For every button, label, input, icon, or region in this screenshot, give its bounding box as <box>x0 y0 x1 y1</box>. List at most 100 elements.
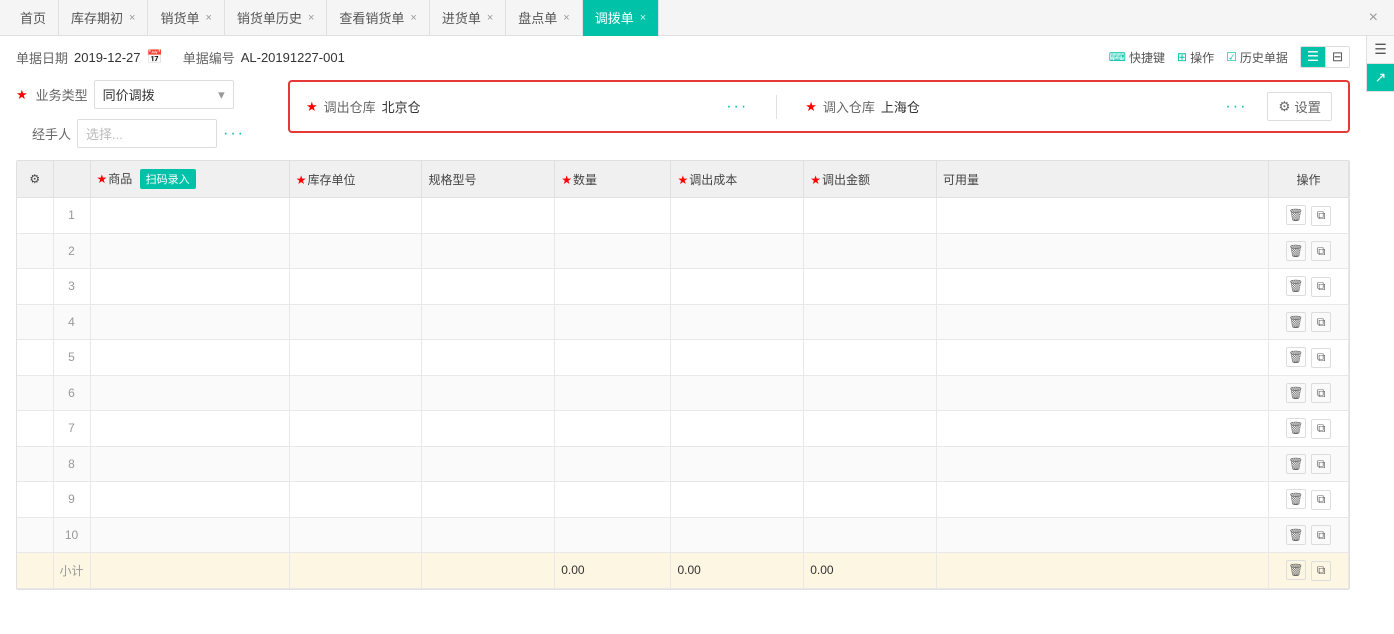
row-amount-6[interactable] <box>804 375 937 411</box>
row-unit-2[interactable] <box>289 233 422 269</box>
row-amount-7[interactable] <box>804 411 937 447</box>
delete-icon-7[interactable]: 🗑 <box>1286 418 1306 438</box>
tab-inventory-init[interactable]: 库存期初 × <box>59 0 148 36</box>
row-amount-8[interactable] <box>804 446 937 482</box>
row-product-3[interactable] <box>90 269 289 305</box>
row-qty-10[interactable] <box>555 517 671 553</box>
shortcuts-button[interactable]: ⌨ 快捷键 <box>1109 49 1165 66</box>
row-cost-3[interactable] <box>671 269 804 305</box>
row-amount-5[interactable] <box>804 340 937 376</box>
row-unit-9[interactable] <box>289 482 422 518</box>
tab-purchase[interactable]: 进货单 × <box>430 0 506 36</box>
row-product-4[interactable] <box>90 304 289 340</box>
copy-icon-9[interactable]: ⧉ <box>1311 490 1331 510</box>
row-spec-10[interactable] <box>422 517 555 553</box>
row-qty-1[interactable] <box>555 198 671 234</box>
row-product-10[interactable] <box>90 517 289 553</box>
delete-icon-10[interactable]: 🗑 <box>1286 525 1306 545</box>
copy-icon-6[interactable]: ⧉ <box>1311 383 1331 403</box>
row-qty-4[interactable] <box>555 304 671 340</box>
row-product-9[interactable] <box>90 482 289 518</box>
row-cost-4[interactable] <box>671 304 804 340</box>
delete-icon-8[interactable]: 🗑 <box>1286 454 1306 474</box>
col-gear[interactable]: ⚙ <box>17 161 53 198</box>
tab-stocktake[interactable]: 盘点单 × <box>506 0 582 36</box>
row-amount-1[interactable] <box>804 198 937 234</box>
row-spec-6[interactable] <box>422 375 555 411</box>
row-amount-2[interactable] <box>804 233 937 269</box>
copy-icon-10[interactable]: ⧉ <box>1311 525 1331 545</box>
row-cost-6[interactable] <box>671 375 804 411</box>
row-spec-3[interactable] <box>422 269 555 305</box>
row-amount-11[interactable]: 0.00 <box>804 553 937 589</box>
row-unit-3[interactable] <box>289 269 422 305</box>
tab-sales-history[interactable]: 销货单历史 × <box>225 0 327 36</box>
row-qty-5[interactable] <box>555 340 671 376</box>
row-unit-6[interactable] <box>289 375 422 411</box>
row-product-5[interactable] <box>90 340 289 376</box>
history-button[interactable]: ☑ 历史单据 <box>1226 49 1288 66</box>
tab-close-view-sales[interactable]: × <box>410 12 416 24</box>
scan-button[interactable]: 扫码录入 <box>140 169 196 189</box>
row-cost-1[interactable] <box>671 198 804 234</box>
biz-type-select[interactable]: 同价调拨 ▾ <box>94 80 234 109</box>
row-amount-3[interactable] <box>804 269 937 305</box>
sidebar-expand-icon[interactable]: ↗ <box>1367 64 1394 92</box>
row-qty-3[interactable] <box>555 269 671 305</box>
row-spec-1[interactable] <box>422 198 555 234</box>
row-qty-11[interactable]: 0.00 <box>555 553 671 589</box>
tab-close-sales[interactable]: × <box>205 12 211 24</box>
row-amount-9[interactable] <box>804 482 937 518</box>
delete-icon-1[interactable]: 🗑 <box>1286 205 1306 225</box>
row-unit-5[interactable] <box>289 340 422 376</box>
copy-icon-2[interactable]: ⧉ <box>1311 241 1331 261</box>
tab-close-inventory-init[interactable]: × <box>129 12 135 24</box>
row-spec-8[interactable] <box>422 446 555 482</box>
view-grid-button[interactable]: ⊟ <box>1326 47 1349 67</box>
row-product-11[interactable] <box>90 553 289 589</box>
copy-icon-1[interactable]: ⧉ <box>1311 206 1331 226</box>
tab-sales[interactable]: 销货单 × <box>148 0 224 36</box>
row-spec-9[interactable] <box>422 482 555 518</box>
tab-close-transfer[interactable]: × <box>640 12 646 24</box>
row-product-7[interactable] <box>90 411 289 447</box>
row-qty-9[interactable] <box>555 482 671 518</box>
close-window-button[interactable]: × <box>1361 9 1386 27</box>
row-unit-10[interactable] <box>289 517 422 553</box>
copy-icon-7[interactable]: ⧉ <box>1311 419 1331 439</box>
row-cost-5[interactable] <box>671 340 804 376</box>
row-amount-10[interactable] <box>804 517 937 553</box>
copy-icon-4[interactable]: ⧉ <box>1311 312 1331 332</box>
row-cost-9[interactable] <box>671 482 804 518</box>
row-cost-7[interactable] <box>671 411 804 447</box>
row-qty-6[interactable] <box>555 375 671 411</box>
tab-home[interactable]: 首页 <box>8 0 59 36</box>
delete-icon-2[interactable]: 🗑 <box>1286 241 1306 261</box>
row-qty-2[interactable] <box>555 233 671 269</box>
tab-view-sales[interactable]: 查看销货单 × <box>327 0 429 36</box>
view-list-button[interactable]: ☰ <box>1301 47 1326 67</box>
operations-button[interactable]: ⊞ 操作 <box>1177 49 1214 66</box>
delete-icon-5[interactable]: 🗑 <box>1286 347 1306 367</box>
row-product-1[interactable] <box>90 198 289 234</box>
row-qty-7[interactable] <box>555 411 671 447</box>
tab-close-purchase[interactable]: × <box>487 12 493 24</box>
row-unit-1[interactable] <box>289 198 422 234</box>
copy-icon-3[interactable]: ⧉ <box>1311 277 1331 297</box>
row-cost-10[interactable] <box>671 517 804 553</box>
tab-close-stocktake[interactable]: × <box>563 12 569 24</box>
row-product-2[interactable] <box>90 233 289 269</box>
sidebar-list-icon[interactable]: ☰ <box>1367 36 1394 64</box>
delete-icon-9[interactable]: 🗑 <box>1286 489 1306 509</box>
copy-icon-5[interactable]: ⧉ <box>1311 348 1331 368</box>
calendar-icon[interactable]: 📅 <box>147 49 163 65</box>
row-cost-8[interactable] <box>671 446 804 482</box>
row-cost-2[interactable] <box>671 233 804 269</box>
row-spec-2[interactable] <box>422 233 555 269</box>
tab-transfer[interactable]: 调拨单 × <box>583 0 659 36</box>
row-spec-11[interactable] <box>422 553 555 589</box>
copy-icon-8[interactable]: ⧉ <box>1311 454 1331 474</box>
person-more-icon[interactable]: ··· <box>223 125 245 143</box>
row-qty-8[interactable] <box>555 446 671 482</box>
copy-icon-11[interactable]: ⧉ <box>1311 561 1331 581</box>
